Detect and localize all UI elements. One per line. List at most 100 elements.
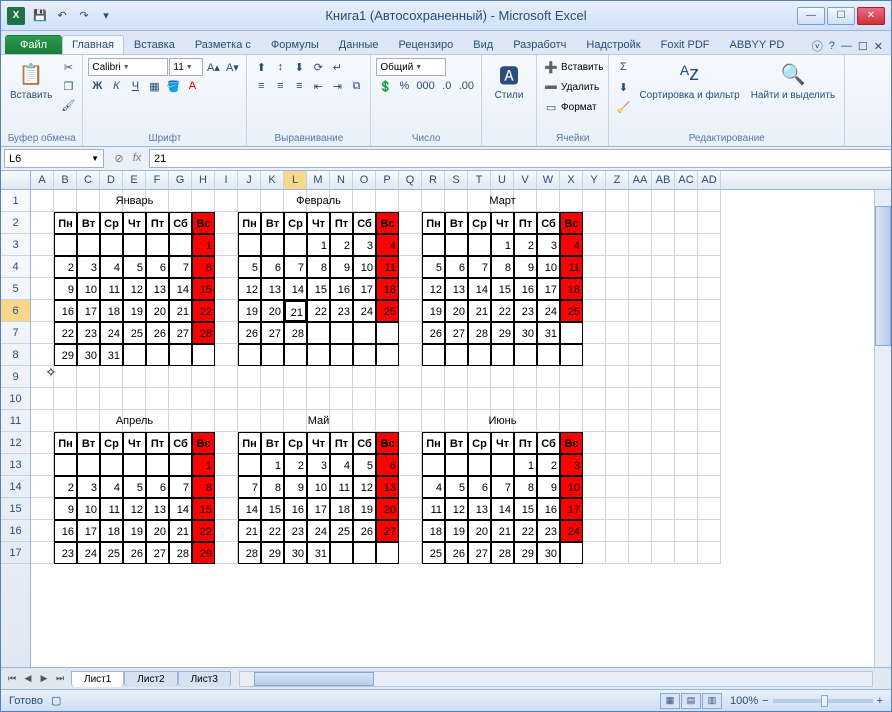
col-header[interactable]: I: [215, 171, 238, 189]
cell[interactable]: 19: [123, 520, 146, 542]
cell[interactable]: 18: [376, 278, 399, 300]
cell[interactable]: 16: [537, 498, 560, 520]
cell[interactable]: 14: [468, 278, 491, 300]
cell[interactable]: 19: [445, 520, 468, 542]
cell[interactable]: 25: [100, 542, 123, 564]
cell[interactable]: 8: [192, 476, 215, 498]
cell[interactable]: Чт: [491, 432, 514, 454]
cell[interactable]: [330, 344, 353, 366]
col-header[interactable]: D: [100, 171, 123, 189]
zoom-slider[interactable]: [773, 699, 873, 703]
cell[interactable]: Сб: [169, 432, 192, 454]
cell[interactable]: 13: [468, 498, 491, 520]
cell[interactable]: 7: [238, 476, 261, 498]
col-header[interactable]: Z: [606, 171, 629, 189]
row-header[interactable]: 11: [1, 410, 30, 432]
align-left-icon[interactable]: ≡: [252, 77, 270, 95]
cell[interactable]: [514, 344, 537, 366]
cell[interactable]: 25: [560, 300, 583, 322]
sheet-tab-2[interactable]: Лист2: [124, 671, 177, 687]
cell[interactable]: [445, 344, 468, 366]
cell[interactable]: 27: [261, 322, 284, 344]
cell[interactable]: Чт: [123, 432, 146, 454]
sheet-tab-1[interactable]: Лист1: [71, 671, 124, 687]
cell[interactable]: 15: [192, 278, 215, 300]
sheet-nav-first-icon[interactable]: ⏮: [5, 673, 19, 684]
cell[interactable]: 25: [330, 520, 353, 542]
cell[interactable]: 22: [54, 322, 77, 344]
col-header[interactable]: S: [445, 171, 468, 189]
cell[interactable]: 6: [468, 476, 491, 498]
cell[interactable]: Вт: [77, 212, 100, 234]
row-header[interactable]: 8: [1, 344, 30, 366]
cell[interactable]: [560, 542, 583, 564]
row-header[interactable]: 2: [1, 212, 30, 234]
col-header[interactable]: N: [330, 171, 353, 189]
sort-filter-button[interactable]: ᴬᴢСортировка и фильтр: [635, 58, 743, 103]
close-button[interactable]: ✕: [857, 7, 885, 25]
cell[interactable]: [353, 344, 376, 366]
cell[interactable]: 20: [376, 498, 399, 520]
cell[interactable]: 30: [537, 542, 560, 564]
cell[interactable]: 27: [468, 542, 491, 564]
cell[interactable]: 29: [54, 344, 77, 366]
cell[interactable]: Сб: [353, 432, 376, 454]
cell[interactable]: 17: [353, 278, 376, 300]
cell[interactable]: 3: [307, 454, 330, 476]
cell[interactable]: 23: [537, 520, 560, 542]
number-format-combo[interactable]: Общий▼: [376, 58, 446, 76]
sheet-nav-prev-icon[interactable]: ◀: [21, 673, 35, 684]
cell[interactable]: 13: [376, 476, 399, 498]
cell[interactable]: 26: [238, 322, 261, 344]
cell[interactable]: 4: [376, 234, 399, 256]
cell[interactable]: 5: [422, 256, 445, 278]
col-header[interactable]: R: [422, 171, 445, 189]
col-header[interactable]: J: [238, 171, 261, 189]
comma-icon[interactable]: 000: [414, 77, 436, 95]
cell[interactable]: Вс: [560, 212, 583, 234]
cell[interactable]: 30: [514, 322, 537, 344]
cell[interactable]: [376, 322, 399, 344]
cell[interactable]: [146, 344, 169, 366]
cell[interactable]: 11: [100, 278, 123, 300]
minimize-button[interactable]: —: [797, 7, 825, 25]
cell[interactable]: 30: [77, 344, 100, 366]
col-header[interactable]: V: [514, 171, 537, 189]
sheet-nav-next-icon[interactable]: ▶: [37, 673, 51, 684]
cell[interactable]: [491, 454, 514, 476]
cell[interactable]: Сб: [537, 212, 560, 234]
cell[interactable]: 18: [330, 498, 353, 520]
cell[interactable]: 7: [468, 256, 491, 278]
cell[interactable]: 22: [491, 300, 514, 322]
cell[interactable]: 18: [560, 278, 583, 300]
cell[interactable]: 13: [146, 278, 169, 300]
cell[interactable]: Июнь: [422, 410, 583, 432]
cell[interactable]: 18: [422, 520, 445, 542]
cell[interactable]: Пт: [514, 212, 537, 234]
cell[interactable]: [422, 234, 445, 256]
cell[interactable]: Вс: [376, 212, 399, 234]
cell[interactable]: 21: [491, 520, 514, 542]
tab-formulas[interactable]: Формулы: [261, 35, 329, 54]
cell[interactable]: Пт: [146, 432, 169, 454]
formula-input[interactable]: 21: [149, 149, 891, 168]
cell[interactable]: 12: [123, 278, 146, 300]
cell[interactable]: Чт: [307, 432, 330, 454]
cell[interactable]: [468, 454, 491, 476]
cell[interactable]: 28: [491, 542, 514, 564]
cell[interactable]: 29: [514, 542, 537, 564]
cell[interactable]: Май: [238, 410, 399, 432]
cell[interactable]: 2: [330, 234, 353, 256]
zoom-in-icon[interactable]: +: [877, 695, 883, 707]
cell[interactable]: 9: [330, 256, 353, 278]
cell[interactable]: 1: [491, 234, 514, 256]
col-header[interactable]: W: [537, 171, 560, 189]
cell[interactable]: Сб: [537, 432, 560, 454]
col-header[interactable]: C: [77, 171, 100, 189]
cell[interactable]: Ср: [284, 432, 307, 454]
cell[interactable]: Ср: [468, 212, 491, 234]
cell[interactable]: Ср: [100, 212, 123, 234]
cell[interactable]: 14: [491, 498, 514, 520]
cell[interactable]: 11: [422, 498, 445, 520]
cell[interactable]: 4: [330, 454, 353, 476]
